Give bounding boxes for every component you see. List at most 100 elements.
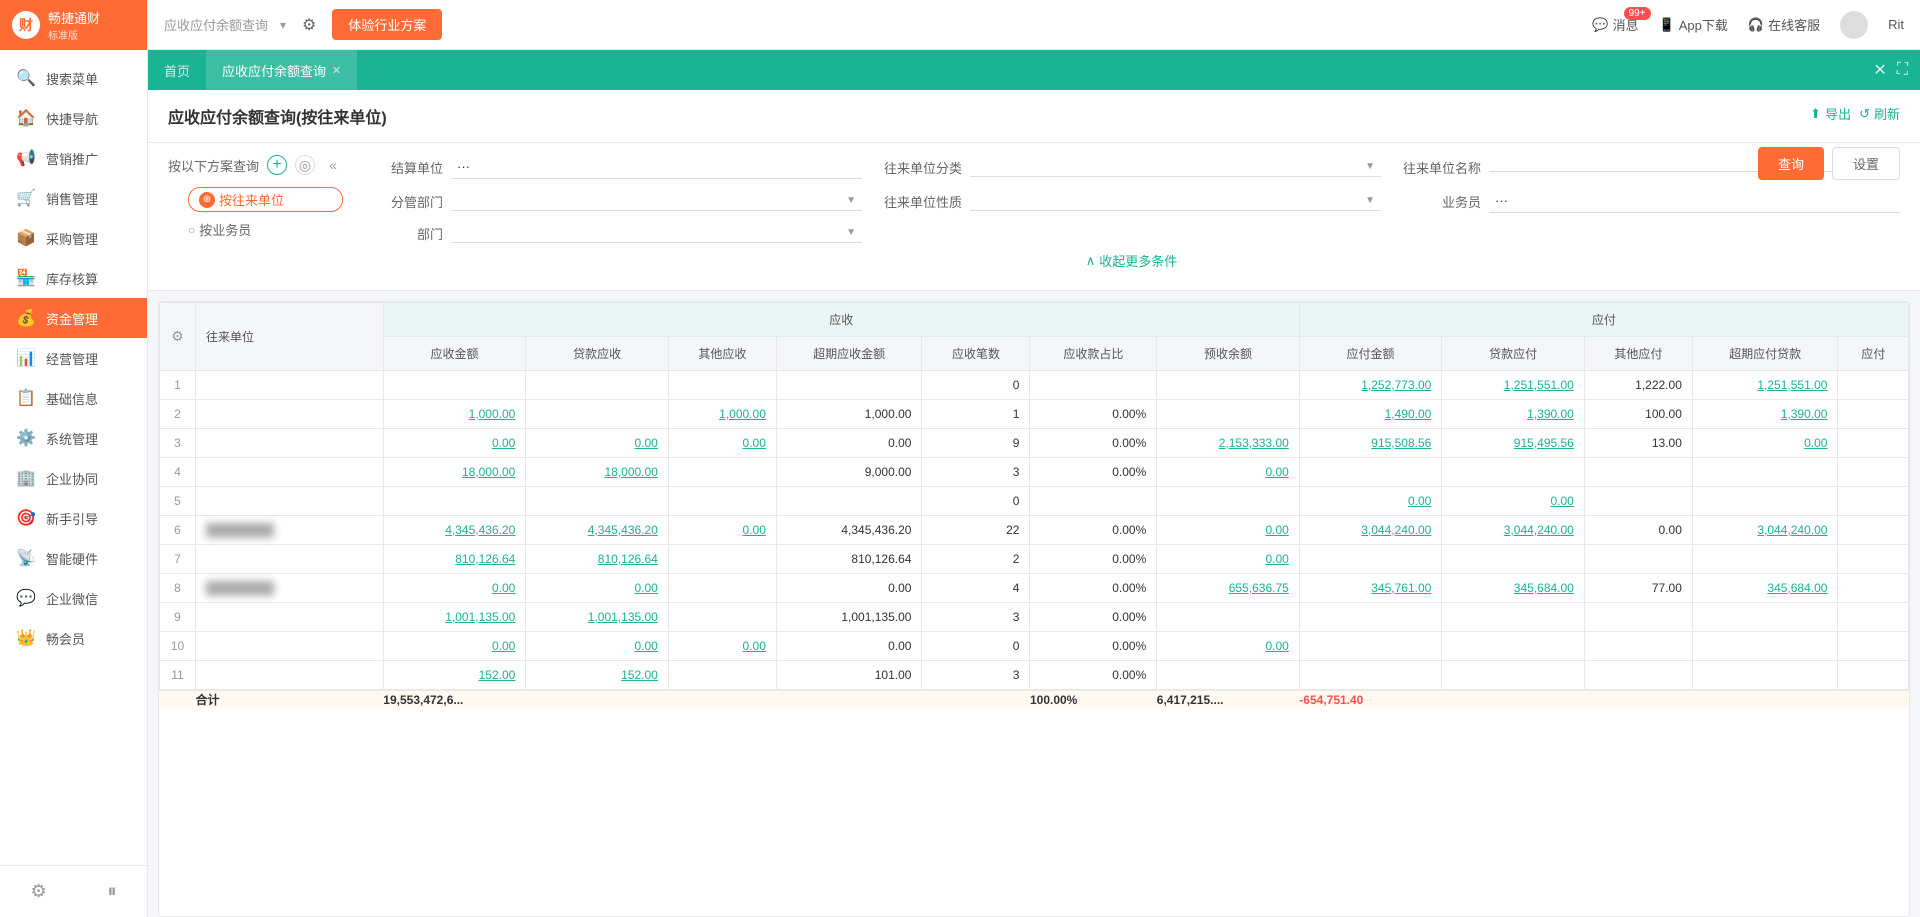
cell-value[interactable] <box>1442 661 1585 691</box>
filter-category-input[interactable]: ▼ <box>970 157 1381 177</box>
cell-value[interactable] <box>668 458 776 487</box>
cell-value[interactable]: 0.00 <box>668 516 776 545</box>
cell-value[interactable]: 0.00 <box>383 429 526 458</box>
cell-value[interactable]: 1,001,135.00 <box>383 603 526 632</box>
filter-jiesuan-input[interactable]: ··· <box>451 155 862 179</box>
cell-value[interactable] <box>383 487 526 516</box>
cell-value[interactable]: 0.00 <box>1157 545 1300 574</box>
cell-value[interactable]: 0.00 <box>668 632 776 661</box>
filter-scheme-icon[interactable]: ◎ <box>295 155 315 175</box>
cell-value[interactable]: 0.00 <box>1157 516 1300 545</box>
header-gear-icon[interactable]: ⚙ <box>298 11 320 39</box>
cell-value[interactable] <box>1299 545 1442 574</box>
cell-value[interactable] <box>1299 632 1442 661</box>
cell-value[interactable] <box>668 545 776 574</box>
refresh-button[interactable]: ↺ 刷新 <box>1859 104 1900 123</box>
cell-value[interactable] <box>526 371 669 400</box>
message-btn[interactable]: 💬 消息 99+ <box>1592 15 1638 34</box>
filter-nature-input[interactable]: ▼ <box>970 191 1381 211</box>
solution-button[interactable]: 体验行业方案 <box>332 9 442 40</box>
cell-value[interactable] <box>1299 458 1442 487</box>
cell-value[interactable] <box>1442 603 1585 632</box>
cell-value[interactable]: 152.00 <box>526 661 669 691</box>
cell-value[interactable]: 1,000.00 <box>668 400 776 429</box>
tab-expand-icon[interactable]: ⛶ <box>1897 61 1908 79</box>
sidebar-collapse-btn[interactable]: ⏸ <box>103 876 122 907</box>
cell-value[interactable]: 18,000.00 <box>526 458 669 487</box>
filter-collapse-btn[interactable]: ∧ 收起更多条件 <box>363 243 1900 278</box>
sidebar-item-purchase[interactable]: 📦 采购管理 <box>0 218 147 258</box>
export-button[interactable]: ⬆ 导出 <box>1810 104 1851 123</box>
tab-close-icon[interactable]: ✕ <box>332 64 341 77</box>
col-settings-header[interactable]: ⚙ <box>160 303 196 371</box>
cell-value[interactable]: 2,153,333.00 <box>1157 429 1300 458</box>
cell-value[interactable]: 0.00 <box>383 632 526 661</box>
filter-add-button[interactable]: + <box>267 155 287 175</box>
cell-value[interactable] <box>1692 603 1838 632</box>
sidebar-settings-btn[interactable]: ⚙ <box>25 876 51 907</box>
cell-value[interactable] <box>1442 458 1585 487</box>
tab-home[interactable]: 首页 <box>148 50 206 90</box>
cell-value[interactable] <box>1157 371 1300 400</box>
cell-value[interactable]: 1,252,773.00 <box>1299 371 1442 400</box>
cell-value[interactable]: 1,251,551.00 <box>1442 371 1585 400</box>
cell-value[interactable] <box>526 400 669 429</box>
cell-value[interactable]: 1,390.00 <box>1442 400 1585 429</box>
sidebar-item-sales[interactable]: 🛒 销售管理 <box>0 178 147 218</box>
cell-value[interactable]: 4,345,436.20 <box>526 516 669 545</box>
cell-value[interactable]: 345,684.00 <box>1692 574 1838 603</box>
sidebar-item-inventory[interactable]: 🏪 库存核算 <box>0 258 147 298</box>
cell-value[interactable]: 152.00 <box>383 661 526 691</box>
cell-value[interactable]: 810,126.64 <box>383 545 526 574</box>
sidebar-item-finance[interactable]: 💰 资金管理 <box>0 298 147 338</box>
cell-value[interactable]: 810,126.64 <box>526 545 669 574</box>
online-service-btn[interactable]: 🎧 在线客服 <box>1748 15 1820 34</box>
cell-value[interactable]: 3,044,240.00 <box>1692 516 1838 545</box>
cell-value[interactable]: 0.00 <box>1299 487 1442 516</box>
cell-value[interactable]: 1,001,135.00 <box>526 603 669 632</box>
footer-ar-amount[interactable]: 19,553,472,6... <box>383 690 526 708</box>
footer-prepay[interactable]: 6,417,215.... <box>1157 690 1300 708</box>
sidebar-item-guide[interactable]: 🎯 新手引导 <box>0 498 147 538</box>
user-avatar[interactable] <box>1840 11 1868 39</box>
sidebar-item-member[interactable]: 👑 畅会员 <box>0 618 147 658</box>
setting-button[interactable]: 设置 <box>1832 147 1900 180</box>
cell-value[interactable]: 1,251,551.00 <box>1692 371 1838 400</box>
cell-value[interactable]: 0.00 <box>383 574 526 603</box>
cell-value[interactable]: 1,490.00 <box>1299 400 1442 429</box>
table-settings-icon[interactable]: ⚙ <box>171 328 184 344</box>
query-button[interactable]: 查询 <box>1758 147 1824 180</box>
filter-dept2-input[interactable]: ▼ <box>451 223 862 243</box>
cell-value[interactable]: 3,044,240.00 <box>1299 516 1442 545</box>
cell-value[interactable] <box>1692 545 1838 574</box>
cell-value[interactable]: 915,495.56 <box>1442 429 1585 458</box>
filter-salesman-input[interactable]: ··· <box>1489 189 1900 213</box>
header-chevron-icon[interactable]: ▾ <box>280 18 286 32</box>
cell-value[interactable] <box>1157 400 1300 429</box>
cell-value[interactable] <box>1442 632 1585 661</box>
cell-value[interactable]: 0.00 <box>668 429 776 458</box>
cell-value[interactable] <box>1157 661 1300 691</box>
cell-value[interactable] <box>1692 632 1838 661</box>
username-label[interactable]: Rit <box>1888 17 1904 32</box>
cell-value[interactable] <box>383 371 526 400</box>
cell-value[interactable]: 0.00 <box>1442 487 1585 516</box>
cell-value[interactable] <box>668 574 776 603</box>
cell-value[interactable] <box>668 487 776 516</box>
cell-value[interactable]: 4,345,436.20 <box>383 516 526 545</box>
cell-value[interactable] <box>668 603 776 632</box>
sidebar-item-wechat[interactable]: 💬 企业微信 <box>0 578 147 618</box>
filter-expand-icon[interactable]: « <box>323 155 343 175</box>
sidebar-item-hardware[interactable]: 📡 智能硬件 <box>0 538 147 578</box>
cell-value[interactable]: 0.00 <box>526 632 669 661</box>
sidebar-item-search[interactable]: 🔍 搜索菜单 <box>0 58 147 98</box>
cell-value[interactable]: 18,000.00 <box>383 458 526 487</box>
tab-ar-ap[interactable]: 应收应付余额查询 ✕ <box>206 50 357 90</box>
cell-value[interactable]: 0.00 <box>1157 632 1300 661</box>
cell-value[interactable] <box>1692 661 1838 691</box>
cell-value[interactable] <box>668 661 776 691</box>
cell-value[interactable]: 1,390.00 <box>1692 400 1838 429</box>
cell-value[interactable]: 345,684.00 <box>1442 574 1585 603</box>
app-download-btn[interactable]: 📱 App下载 <box>1659 15 1728 34</box>
scheme-by-salesman[interactable]: ○ 按业务员 <box>178 218 343 241</box>
